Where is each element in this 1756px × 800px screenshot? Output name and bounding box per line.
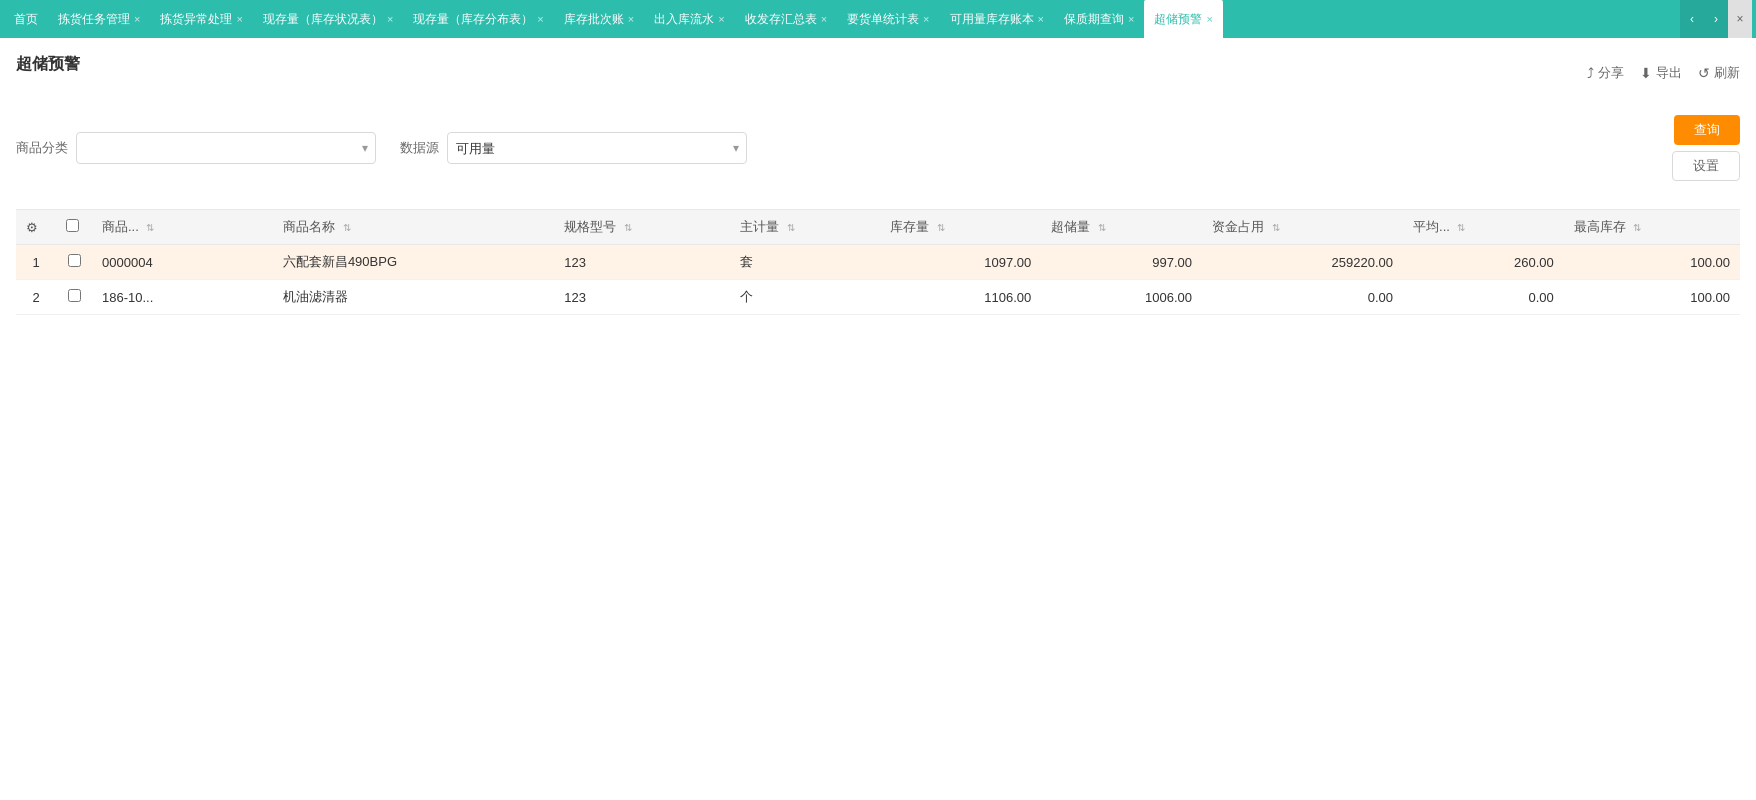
row-maxstock-1: 100.00	[1564, 280, 1740, 315]
col-header-stock[interactable]: 库存量 ⇅	[880, 210, 1041, 245]
row-seq-0: 1	[16, 245, 56, 280]
close-overstock-warning-icon[interactable]: ×	[1206, 13, 1212, 25]
nav-item-stock-dist[interactable]: 现存量（库存分布表） ×	[403, 0, 553, 38]
sort-overstock-icon: ⇅	[1098, 222, 1106, 233]
row-capital-1: 0.00	[1202, 280, 1403, 315]
row-avg-0: 260.00	[1403, 245, 1564, 280]
sort-stock-icon: ⇅	[937, 222, 945, 233]
row-goods-name-0: 六配套新昌490BPG	[273, 245, 554, 280]
share-icon: ⤴	[1587, 65, 1594, 81]
close-pick-exception-icon[interactable]: ×	[236, 13, 242, 25]
gear-header[interactable]: ⚙	[16, 210, 56, 245]
row-goods-code-0: 0000004	[92, 245, 273, 280]
datasource-select-wrap: 可用量 库存量	[447, 132, 747, 164]
nav-item-inout-flow[interactable]: 出入库流水 ×	[644, 0, 734, 38]
share-button[interactable]: ⤴ 分享	[1587, 64, 1624, 82]
settings-button[interactable]: 设置	[1672, 151, 1740, 181]
nav-arrow-left[interactable]: ‹	[1680, 0, 1704, 38]
query-button[interactable]: 查询	[1674, 115, 1740, 145]
close-stock-status-icon[interactable]: ×	[387, 13, 393, 25]
sort-goods-code-icon: ⇅	[146, 222, 154, 233]
nav-item-batch-ledger[interactable]: 库存批次账 ×	[554, 0, 644, 38]
datasource-label: 数据源	[400, 139, 439, 157]
close-summary-icon[interactable]: ×	[821, 13, 827, 25]
row-stock-0: 1097.00	[880, 245, 1041, 280]
datasource-filter: 数据源 可用量 库存量	[400, 132, 747, 164]
top-nav: 首页 拣货任务管理 × 拣货异常处理 × 现存量（库存状况表） × 现存量（库存…	[0, 0, 1756, 38]
sort-avg-icon: ⇅	[1457, 222, 1465, 233]
nav-item-home[interactable]: 首页	[4, 0, 48, 38]
nav-item-expiry-query[interactable]: 保质期查询 ×	[1054, 0, 1144, 38]
filter-buttons: 查询 设置	[1672, 115, 1740, 181]
sort-spec-icon: ⇅	[624, 222, 632, 233]
nav-item-order-stat[interactable]: 要货单统计表 ×	[837, 0, 939, 38]
close-batch-ledger-icon[interactable]: ×	[628, 13, 634, 25]
col-header-overstock[interactable]: 超储量 ⇅	[1041, 210, 1202, 245]
row-spec-1: 123	[554, 280, 730, 315]
row-unit-1: 个	[730, 280, 880, 315]
row-checkbox-0[interactable]	[56, 245, 92, 280]
col-header-avg[interactable]: 平均... ⇅	[1403, 210, 1564, 245]
export-icon: ⬇	[1640, 65, 1652, 81]
row-goods-name-1: 机油滤清器	[273, 280, 554, 315]
sort-capital-icon: ⇅	[1272, 222, 1280, 233]
select-all-checkbox[interactable]	[66, 219, 79, 232]
table-row: 1 0000004 六配套新昌490BPG 123 套 1097.00 997.…	[16, 245, 1740, 280]
table-header-row: ⚙ 商品... ⇅ 商品名称 ⇅ 规格型号 ⇅ 主计量	[16, 210, 1740, 245]
close-pick-task-icon[interactable]: ×	[134, 13, 140, 25]
nav-item-summary[interactable]: 收发存汇总表 ×	[735, 0, 837, 38]
checkbox-header	[56, 210, 92, 245]
nav-item-pick-exception[interactable]: 拣货异常处理 ×	[150, 0, 252, 38]
page-content: 超储预警 ⤴ 分享 ⬇ 导出 ↺ 刷新 商品分类	[0, 38, 1756, 315]
row-seq-1: 2	[16, 280, 56, 315]
export-button[interactable]: ⬇ 导出	[1640, 64, 1682, 82]
table-row: 2 186-10... 机油滤清器 123 个 1106.00 1006.00 …	[16, 280, 1740, 315]
nav-item-overstock-warning[interactable]: 超储预警 ×	[1144, 0, 1222, 38]
row-goods-code-1: 186-10...	[92, 280, 273, 315]
category-select[interactable]	[76, 132, 376, 164]
close-stock-dist-icon[interactable]: ×	[537, 13, 543, 25]
row-stock-1: 1106.00	[880, 280, 1041, 315]
row-avg-1: 0.00	[1403, 280, 1564, 315]
nav-item-pick-task[interactable]: 拣货任务管理 ×	[48, 0, 150, 38]
category-label: 商品分类	[16, 139, 68, 157]
col-header-goods-code[interactable]: 商品... ⇅	[92, 210, 273, 245]
close-inout-flow-icon[interactable]: ×	[718, 13, 724, 25]
table-body: 1 0000004 六配套新昌490BPG 123 套 1097.00 997.…	[16, 245, 1740, 315]
datasource-select[interactable]: 可用量 库存量	[447, 132, 747, 164]
col-header-unit[interactable]: 主计量 ⇅	[730, 210, 880, 245]
row-spec-0: 123	[554, 245, 730, 280]
sort-goods-name-icon: ⇅	[343, 222, 351, 233]
sort-unit-icon: ⇅	[787, 222, 795, 233]
nav-arrow-close[interactable]: ×	[1728, 0, 1752, 38]
gear-icon: ⚙	[26, 220, 38, 235]
row-overstock-1: 1006.00	[1041, 280, 1202, 315]
row-unit-0: 套	[730, 245, 880, 280]
data-table: ⚙ 商品... ⇅ 商品名称 ⇅ 规格型号 ⇅ 主计量	[16, 209, 1740, 315]
row-overstock-0: 997.00	[1041, 245, 1202, 280]
col-header-goods-name[interactable]: 商品名称 ⇅	[273, 210, 554, 245]
nav-arrow-right[interactable]: ›	[1704, 0, 1728, 38]
filter-bar: 商品分类 数据源 可用量 库存量 查询 设置	[16, 103, 1740, 193]
header-actions: ⤴ 分享 ⬇ 导出 ↺ 刷新	[1587, 64, 1740, 82]
row-maxstock-0: 100.00	[1564, 245, 1740, 280]
close-expiry-query-icon[interactable]: ×	[1128, 13, 1134, 25]
col-header-capital[interactable]: 资金占用 ⇅	[1202, 210, 1403, 245]
close-available-book-icon[interactable]: ×	[1038, 13, 1044, 25]
row-checkbox-1[interactable]	[56, 280, 92, 315]
nav-arrows: ‹ › ×	[1680, 0, 1752, 38]
close-order-stat-icon[interactable]: ×	[923, 13, 929, 25]
category-filter: 商品分类	[16, 132, 376, 164]
page-header: 超储预警 ⤴ 分享 ⬇ 导出 ↺ 刷新	[16, 54, 1740, 91]
sort-maxstock-icon: ⇅	[1633, 222, 1641, 233]
nav-item-available-book[interactable]: 可用量库存账本 ×	[940, 0, 1054, 38]
col-header-spec[interactable]: 规格型号 ⇅	[554, 210, 730, 245]
nav-item-stock-status[interactable]: 现存量（库存状况表） ×	[253, 0, 403, 38]
refresh-icon: ↺	[1698, 65, 1710, 81]
row-capital-0: 259220.00	[1202, 245, 1403, 280]
col-header-maxstock[interactable]: 最高库存 ⇅	[1564, 210, 1740, 245]
refresh-button[interactable]: ↺ 刷新	[1698, 64, 1740, 82]
page-title: 超储预警	[16, 54, 80, 75]
category-select-wrap	[76, 132, 376, 164]
